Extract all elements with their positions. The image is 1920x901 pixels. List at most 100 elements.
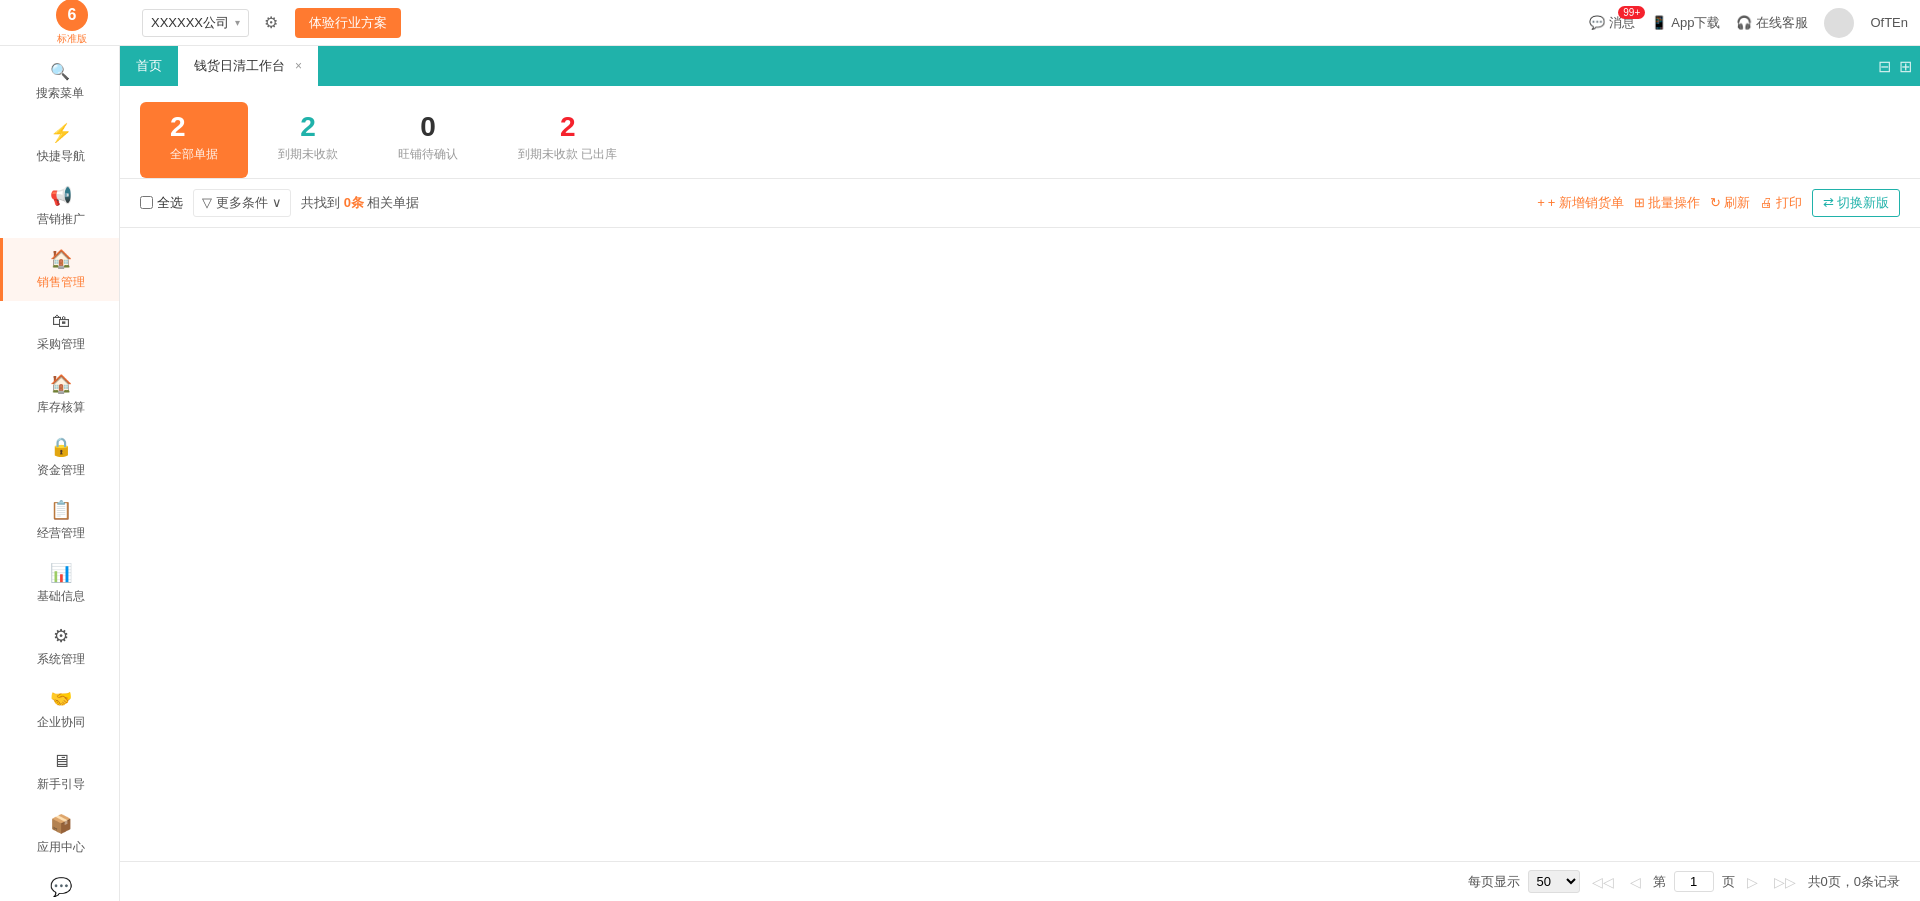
print-icon: 🖨: [1760, 195, 1773, 210]
sidebar-item-purchase[interactable]: 🛍 采购管理: [0, 301, 119, 363]
sidebar-item-quick-nav[interactable]: ⚡ 快捷导航: [0, 112, 119, 175]
sidebar-search[interactable]: 🔍 搜索菜单: [0, 52, 119, 112]
sidebar-item-label: 企业协同: [37, 714, 85, 731]
switch-new-version-button[interactable]: ⇄ 切换新版: [1812, 189, 1900, 217]
refresh-icon: ↻: [1710, 195, 1721, 210]
tab-cash-flow[interactable]: 钱货日清工作台 ×: [178, 46, 318, 86]
add-icon: +: [1537, 195, 1545, 210]
app-download-button[interactable]: 📱 App下载: [1651, 14, 1720, 32]
topbar: 6 标准版 XXXXXX公司 ▾ ⚙ 体验行业方案 💬 消息 99+ 📱 App…: [0, 0, 1920, 46]
sidebar-item-label: 资金管理: [37, 462, 85, 479]
card-label-pending: 旺铺待确认: [398, 146, 458, 163]
switch-icon: ⇄: [1823, 195, 1834, 210]
operation-icon: 📋: [50, 499, 72, 521]
status-card-overdue[interactable]: 2 到期未收款: [248, 102, 368, 178]
select-all-checkbox[interactable]: 全选: [140, 194, 183, 212]
select-all-label: 全选: [157, 194, 183, 212]
tabbar: 首页 钱货日清工作台 × ⊟ ⊞: [120, 46, 1920, 86]
settings-icon[interactable]: ⚙: [257, 9, 285, 37]
finance-icon: 🔒: [50, 436, 72, 458]
logo-icon: 6: [56, 0, 88, 31]
sidebar-item-finance[interactable]: 🔒 资金管理: [0, 426, 119, 489]
status-card-pending[interactable]: 0 旺铺待确认: [368, 102, 488, 178]
online-cs-button[interactable]: 🎧 在线客服: [1736, 14, 1808, 32]
status-card-all[interactable]: 2 全部单据: [140, 102, 248, 178]
message-icon: 💬: [1589, 15, 1605, 30]
username-display: OfTEn: [1870, 15, 1908, 30]
sidebar-item-collab[interactable]: 🤝 企业协同: [0, 678, 119, 741]
system-icon: ⚙: [53, 625, 69, 647]
page-label: 第: [1653, 873, 1666, 891]
username-text: OfTEn: [1870, 15, 1908, 30]
total-info: 共0页，0条记录: [1808, 873, 1900, 891]
window-maximize-button[interactable]: ⊞: [1899, 57, 1912, 76]
sidebar-item-label: 系统管理: [37, 651, 85, 668]
quick-nav-icon: ⚡: [50, 122, 72, 144]
base-info-icon: 📊: [50, 562, 72, 584]
sidebar-item-system[interactable]: ⚙ 系统管理: [0, 615, 119, 678]
table-area: [120, 228, 1920, 861]
tab-close-icon[interactable]: ×: [295, 59, 302, 73]
refresh-button[interactable]: ↻ 刷新: [1710, 194, 1750, 212]
card-label-overdue: 到期未收款: [278, 146, 338, 163]
sidebar-item-label: 应用中心: [37, 839, 85, 856]
found-count: 0条: [344, 195, 364, 210]
sidebar-item-inventory[interactable]: 🏠 库存核算: [0, 363, 119, 426]
last-page-button[interactable]: ▷▷: [1770, 872, 1800, 892]
guide-icon: 🖥: [52, 751, 70, 772]
topbar-right: 💬 消息 99+ 📱 App下载 🎧 在线客服 OfTEn: [1589, 8, 1908, 38]
more-filters-label: 更多条件: [216, 194, 268, 212]
sidebar-search-label: 搜索菜单: [36, 85, 84, 102]
message-button[interactable]: 💬 消息 99+: [1589, 14, 1635, 32]
sidebar-item-wechat[interactable]: 💬 企业微信: [0, 866, 119, 901]
batch-operation-button[interactable]: ⊞ 批量操作: [1634, 194, 1700, 212]
per-page-label: 每页显示: [1468, 873, 1520, 891]
app-center-icon: 📦: [50, 813, 72, 835]
found-prefix: 共找到: [301, 195, 340, 210]
sidebar-item-label: 库存核算: [37, 399, 85, 416]
tabbar-actions: ⊟ ⊞: [1878, 46, 1920, 86]
found-suffix: 相关单据: [367, 195, 419, 210]
window-minimize-button[interactable]: ⊟: [1878, 57, 1891, 76]
first-page-button[interactable]: ◁◁: [1588, 872, 1618, 892]
per-page-select[interactable]: 20 50 100: [1528, 870, 1580, 893]
add-btn-label: + 新增销货单: [1548, 194, 1624, 212]
status-card-overdue-out[interactable]: 2 到期未收款 已出库: [488, 102, 647, 178]
toolbar: 全选 ▽ 更多条件 ∨ 共找到 0条 相关单据 +: [120, 179, 1920, 228]
sidebar-item-base-info[interactable]: 📊 基础信息: [0, 552, 119, 615]
print-button[interactable]: 🖨 打印: [1760, 194, 1802, 212]
tab-home[interactable]: 首页: [120, 46, 178, 86]
more-filters-button[interactable]: ▽ 更多条件 ∨: [193, 189, 291, 217]
sidebar-item-sales[interactable]: 🏠 销售管理: [0, 238, 119, 301]
tab-home-label: 首页: [136, 57, 162, 75]
chevron-down-icon: ▾: [235, 17, 240, 28]
chevron-down-icon: ∨: [272, 195, 282, 210]
industry-trial-button[interactable]: 体验行业方案: [295, 8, 401, 38]
tab-cash-flow-label: 钱货日清工作台: [194, 57, 285, 75]
company-name: XXXXXX公司: [151, 14, 229, 32]
page-input[interactable]: [1674, 871, 1714, 892]
sidebar-item-operation[interactable]: 📋 经营管理: [0, 489, 119, 552]
main-content: 首页 钱货日清工作台 × ⊟ ⊞ 2 全部单据 2 到期未收款: [120, 46, 1920, 901]
avatar[interactable]: [1824, 8, 1854, 38]
card-label-overdue-out: 到期未收款 已出库: [518, 146, 617, 163]
message-badge: 99+: [1618, 6, 1645, 19]
select-all-input[interactable]: [140, 196, 153, 209]
prev-page-button[interactable]: ◁: [1626, 872, 1645, 892]
company-selector[interactable]: XXXXXX公司 ▾: [142, 9, 249, 37]
sidebar-item-app-center[interactable]: 📦 应用中心: [0, 803, 119, 866]
sidebar-item-marketing[interactable]: 📢 营销推广: [0, 175, 119, 238]
page-content: 2 全部单据 2 到期未收款 0 旺铺待确认 2 到期未收款 已出库: [120, 86, 1920, 901]
batch-btn-label: 批量操作: [1648, 194, 1700, 212]
app-download-icon: 📱: [1651, 15, 1667, 30]
sidebar-item-guide[interactable]: 🖥 新手引导: [0, 741, 119, 803]
card-label-all: 全部单据: [170, 146, 218, 163]
sidebar: 🔍 搜索菜单 ⚡ 快捷导航 📢 营销推广 🏠 销售管理 🛍 采购管理 🏠 库存核…: [0, 46, 120, 901]
headset-icon: 🎧: [1736, 15, 1752, 30]
purchase-icon: 🛍: [52, 311, 70, 332]
sidebar-item-label: 新手引导: [37, 776, 85, 793]
sidebar-item-label: 销售管理: [37, 274, 85, 291]
card-num-overdue: 2: [300, 110, 316, 144]
add-sales-order-button[interactable]: + + 新增销货单: [1537, 194, 1624, 212]
next-page-button[interactable]: ▷: [1743, 872, 1762, 892]
